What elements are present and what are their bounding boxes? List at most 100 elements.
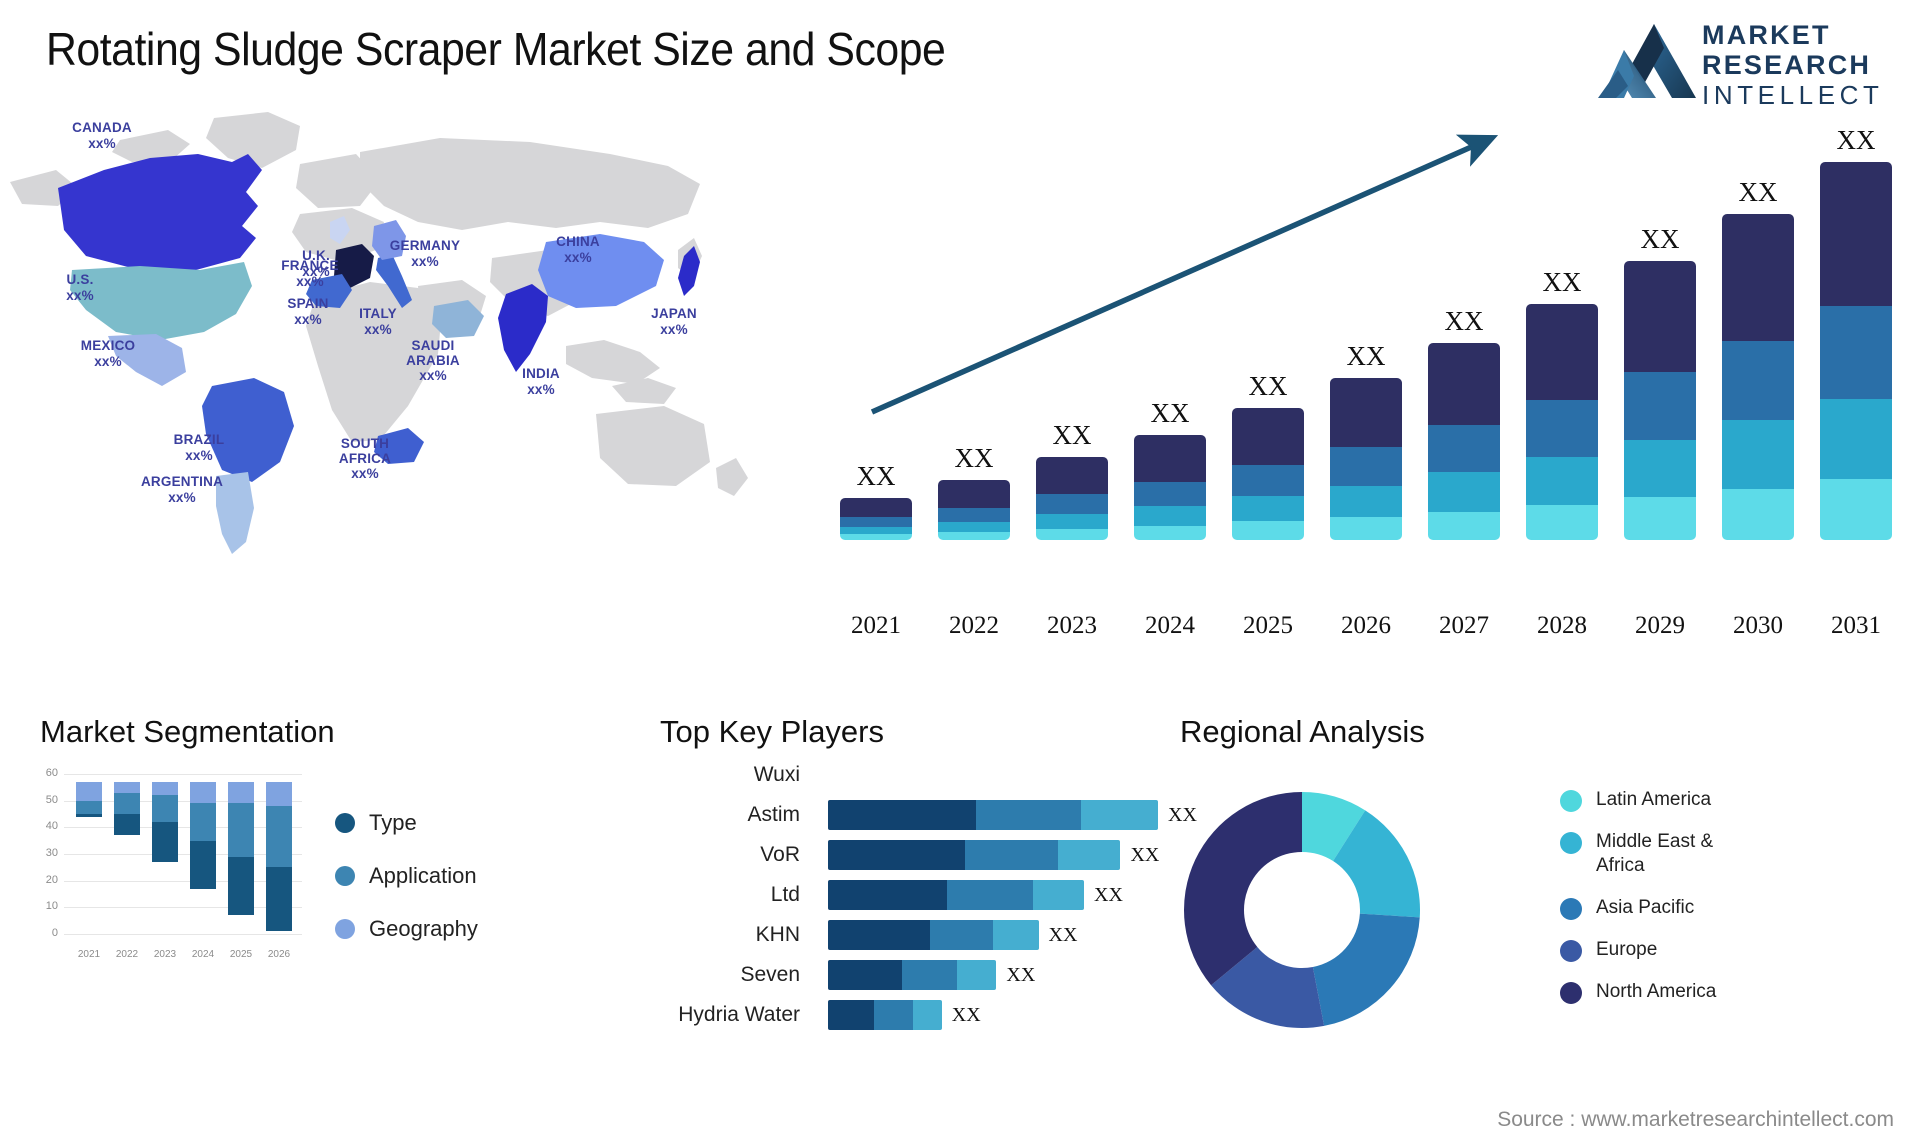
- segmentation-gridline: [64, 774, 302, 775]
- key-player-value-label: XX: [1006, 964, 1036, 986]
- key-player-bar-segment: [1080, 800, 1158, 830]
- forecast-bar-segment: [1232, 465, 1304, 497]
- forecast-year-label: 2031: [1831, 612, 1881, 639]
- legend-color-dot: [335, 813, 355, 833]
- map-label-germany: GERMANY xx%: [389, 238, 461, 269]
- segmentation-x-label: 2026: [267, 949, 291, 960]
- map-country-india: [498, 284, 548, 372]
- map-label-saudi-arabia: SAUDI ARABIA xx%: [406, 338, 460, 383]
- segmentation-bar-segment: [76, 800, 102, 814]
- forecast-bar-segment: [1134, 481, 1206, 507]
- forecast-value-label: XX: [1542, 267, 1582, 297]
- forecast-bar-segment: [1330, 485, 1402, 517]
- key-player-bar: [828, 880, 1085, 910]
- segmentation-y-tick: 10: [45, 900, 58, 913]
- regional-analysis-donut-chart: [1184, 792, 1420, 1028]
- forecast-value-label: XX: [1444, 306, 1484, 336]
- forecast-bar-segment: [938, 507, 1010, 522]
- forecast-bar-segment: [1330, 446, 1402, 486]
- map-country-canada: [58, 154, 262, 270]
- forecast-value-label: XX: [1640, 224, 1680, 254]
- forecast-bar-segment: [1526, 399, 1598, 458]
- forecast-bar-segment: [938, 521, 1010, 533]
- forecast-bar-segment: [1330, 378, 1402, 447]
- forecast-year-label: 2029: [1635, 612, 1685, 639]
- key-player-value-label: XX: [1094, 884, 1123, 906]
- forecast-stacked-bar: [938, 480, 1010, 540]
- forecast-bar-segment: [1624, 439, 1696, 498]
- segmentation-x-label: 2023: [153, 949, 177, 960]
- key-player-name: KHN: [755, 923, 800, 946]
- legend-label: Type: [369, 810, 417, 835]
- key-player-value-label: XX: [951, 1004, 981, 1026]
- logo-line-intellect: INTELLECT: [1702, 80, 1884, 110]
- forecast-bar-segment: [1232, 496, 1304, 522]
- segmentation-bar-column: [266, 782, 292, 932]
- legend-color-dot: [335, 919, 355, 939]
- map-label-brazil: BRAZIL xx%: [173, 432, 225, 463]
- segmentation-bar-segment: [190, 803, 216, 841]
- legend-color-dot: [1560, 940, 1582, 962]
- legend-color-dot: [1560, 898, 1582, 920]
- key-player-row: Astim XX: [600, 800, 1197, 830]
- forecast-bar-segment: [1820, 478, 1892, 540]
- map-label-south-africa: SOUTH AFRICA xx%: [338, 436, 392, 481]
- forecast-bar-segment: [1624, 261, 1696, 372]
- segmentation-y-tick: 20: [45, 873, 58, 886]
- segmentation-bar-segment: [266, 806, 292, 868]
- key-player-bar-segment: [828, 840, 965, 870]
- map-label-us: U.S. xx%: [66, 272, 94, 303]
- segmentation-bar-column: [228, 782, 254, 916]
- segmentation-bar-segment: [228, 803, 254, 857]
- logo-line-market: MARKET: [1702, 20, 1831, 50]
- forecast-bar-segment: [1624, 497, 1696, 540]
- forecast-value-label: XX: [856, 461, 896, 491]
- segmentation-bar-column: [114, 782, 140, 836]
- key-player-bar-segment: [992, 920, 1039, 950]
- forecast-bar-segment: [1036, 513, 1108, 529]
- forecast-year-label: 2026: [1341, 612, 1391, 639]
- market-segmentation-legend: Type Application Geography: [335, 810, 478, 969]
- regional-legend-item: Europe: [1560, 938, 1756, 962]
- segmentation-y-tick: 0: [51, 927, 58, 939]
- forecast-bar-segment: [1820, 162, 1892, 306]
- key-player-row: VoR XX: [600, 840, 1180, 870]
- segmentation-bar-segment: [114, 814, 140, 836]
- map-label-france: FRANCE xx%: [281, 258, 339, 289]
- brand-logo: MARKET RESEARCH INTELLECT: [1598, 14, 1898, 110]
- forecast-bar-segment: [1624, 371, 1696, 440]
- map-label-japan: JAPAN xx%: [651, 306, 697, 337]
- forecast-bar-segment: [1330, 517, 1402, 540]
- logo-line-research: RESEARCH: [1702, 50, 1872, 80]
- forecast-stacked-bar: [1428, 343, 1500, 540]
- regional-analysis-title: Regional Analysis: [1180, 714, 1425, 749]
- segmentation-bar-segment: [228, 856, 254, 916]
- forecast-stacked-bar: [1526, 304, 1598, 540]
- forecast-bar-segment: [840, 534, 912, 540]
- segmentation-bar-segment: [152, 795, 178, 822]
- donut-slice: [1312, 913, 1420, 1026]
- key-player-bar-segment: [1032, 880, 1085, 910]
- forecast-bar-segment: [938, 480, 1010, 508]
- legend-color-dot: [1560, 982, 1582, 1004]
- forecast-year-label: 2024: [1145, 612, 1195, 639]
- forecast-year-label: 2021: [851, 612, 901, 639]
- page-header: Rotating Sludge Scraper Market Size and …: [0, 0, 1920, 120]
- page-title: Rotating Sludge Scraper Market Size and …: [46, 23, 946, 75]
- forecast-bar-segment: [1428, 424, 1500, 473]
- forecast-bar-segment: [1134, 506, 1206, 526]
- key-player-row: Wuxi: [600, 760, 1180, 790]
- forecast-bar-segment: [1526, 504, 1598, 540]
- key-player-bar-segment: [956, 960, 997, 990]
- forecast-bar-segment: [1428, 511, 1500, 540]
- legend-label: Latin America: [1596, 789, 1712, 810]
- key-player-bar-segment: [964, 840, 1058, 870]
- map-label-argentina: ARGENTINA xx%: [140, 474, 224, 505]
- key-player-bar-segment: [828, 880, 948, 910]
- regional-analysis-legend: Latin America Middle East & Africa Asia Pa…: [1560, 788, 1756, 1022]
- segmentation-bar-segment: [114, 792, 140, 814]
- forecast-bar-segment: [1722, 340, 1794, 421]
- map-label-mexico: MEXICO xx%: [80, 338, 136, 369]
- segmentation-bar-segment: [266, 782, 292, 807]
- map-label-canada: CANADA xx%: [72, 120, 132, 151]
